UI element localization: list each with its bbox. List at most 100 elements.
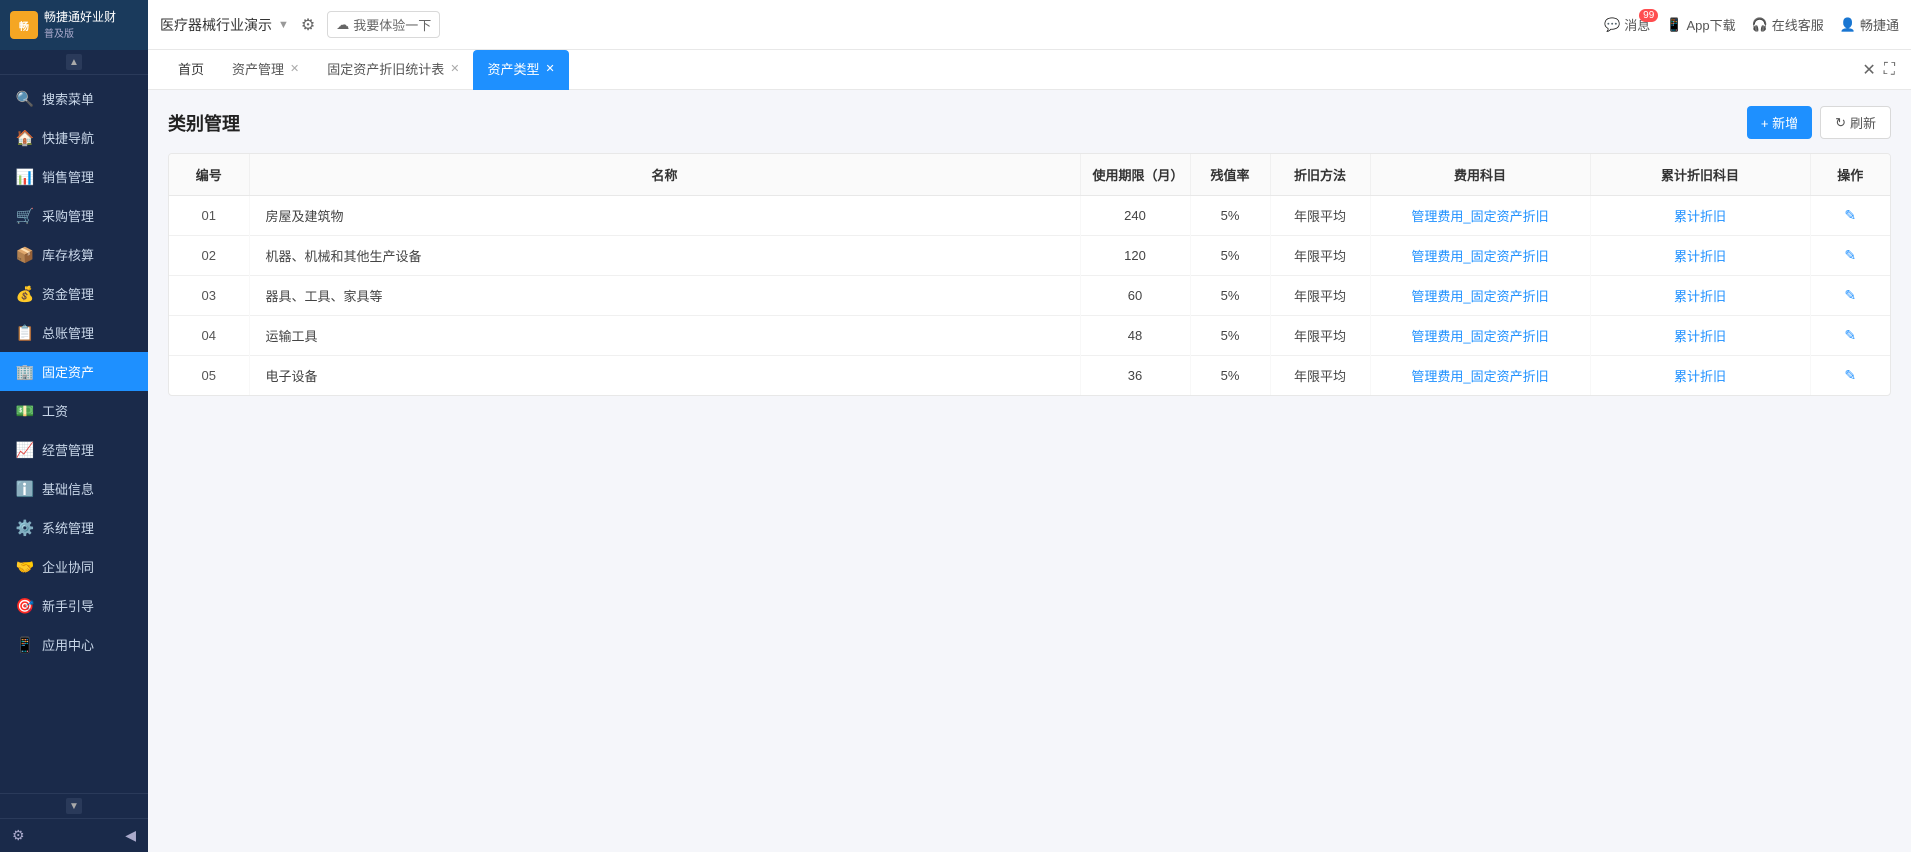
appcenter-icon: 📱 [16, 636, 34, 654]
sidebar-item-quicknav[interactable]: 🏠 快捷导航 [0, 118, 148, 157]
edit-button[interactable]: ✎ [1844, 287, 1856, 303]
cell-accum[interactable]: 累计折旧 [1590, 316, 1810, 356]
header-gear-icon[interactable]: ⚙ [301, 15, 315, 35]
newguide-icon: 🎯 [16, 597, 34, 615]
tab-close-window-icon[interactable]: ✕ [1862, 60, 1875, 80]
tab-home[interactable]: 首页 [164, 50, 218, 90]
new-button[interactable]: + 新增 [1747, 106, 1812, 139]
experience-button[interactable]: ☁ 我要体验一下 [327, 11, 440, 38]
page-header: 类别管理 + 新增 ↻ 刷新 [168, 106, 1891, 139]
top-right-area: 💬 消息 99 📱 App下载 🎧 在线客服 👤 畅捷通 [1604, 15, 1899, 34]
sidebar-item-label: 采购管理 [42, 206, 94, 225]
cell-accum[interactable]: 累计折旧 [1590, 356, 1810, 396]
header-actions: + 新增 ↻ 刷新 [1747, 106, 1891, 139]
sidebar-item-sales[interactable]: 📊 销售管理 [0, 157, 148, 196]
table-row: 03 器具、工具、家具等 60 5% 年限平均 管理费用_固定资产折旧 累计折旧… [169, 276, 1890, 316]
cell-period: 48 [1080, 316, 1190, 356]
tab-depreciation[interactable]: 固定资产折旧统计表✕ [313, 50, 473, 90]
cell-action: ✎ [1810, 316, 1890, 356]
tab-close-icon[interactable]: ✕ [450, 62, 459, 75]
edit-button[interactable]: ✎ [1844, 207, 1856, 223]
sidebar-item-basicinfo[interactable]: ℹ️ 基础信息 [0, 469, 148, 508]
scroll-down-button[interactable]: ▼ [66, 798, 82, 814]
settings-footer-button[interactable]: ⚙ [12, 827, 25, 844]
user-menu-button[interactable]: 👤 畅捷通 [1840, 15, 1899, 34]
scroll-up-button[interactable]: ▲ [66, 54, 82, 70]
search-icon: 🔍 [16, 90, 34, 108]
app-logo: 畅 畅捷通好业财 普及版 [0, 0, 148, 50]
sidebar-item-ledger[interactable]: 📋 总账管理 [0, 313, 148, 352]
cell-name: 运输工具 [249, 316, 1080, 356]
logo-icon: 畅 [10, 11, 38, 39]
app-download-icon: 📱 [1666, 17, 1682, 33]
logo-text: 畅捷通好业财 [44, 10, 116, 26]
sidebar-item-inventory[interactable]: 📦 库存核算 [0, 235, 148, 274]
sidebar-item-salary[interactable]: 💵 工资 [0, 391, 148, 430]
edit-button[interactable]: ✎ [1844, 327, 1856, 343]
sidebar-item-label: 固定资产 [42, 362, 94, 381]
sidebar-item-label: 基础信息 [42, 479, 94, 498]
cell-action: ✎ [1810, 196, 1890, 236]
fixedasset-icon: 🏢 [16, 363, 34, 381]
sidebar-item-search[interactable]: 🔍 搜索菜单 [0, 79, 148, 118]
online-service-label: 在线客服 [1772, 15, 1824, 34]
tab-maximize-icon[interactable]: ⛶ [1884, 61, 1895, 79]
basicinfo-icon: ℹ️ [16, 480, 34, 498]
company-selector[interactable]: 医疗器械行业演示 ▼ [160, 15, 289, 35]
page-title: 类别管理 [168, 110, 240, 136]
cell-expense[interactable]: 管理费用_固定资产折旧 [1370, 196, 1590, 236]
sidebar: 畅 畅捷通好业财 普及版 ▲ 🔍 搜索菜单 🏠 快捷导航 📊 销售管理 🛒 采购… [0, 0, 148, 852]
col-header-residual: 残值率 [1190, 154, 1270, 196]
edit-button[interactable]: ✎ [1844, 367, 1856, 383]
sidebar-item-system[interactable]: ⚙️ 系统管理 [0, 508, 148, 547]
company-name: 医疗器械行业演示 [160, 15, 272, 35]
cell-expense[interactable]: 管理费用_固定资产折旧 [1370, 316, 1590, 356]
col-header-code: 编号 [169, 154, 249, 196]
collapse-sidebar-button[interactable]: ◀ [125, 827, 136, 844]
tab-label: 资产管理 [232, 59, 284, 78]
cell-accum[interactable]: 累计折旧 [1590, 196, 1810, 236]
edit-button[interactable]: ✎ [1844, 247, 1856, 263]
experience-icon: ☁ [336, 17, 349, 33]
message-button[interactable]: 💬 消息 99 [1604, 15, 1650, 34]
sidebar-item-label: 经营管理 [42, 440, 94, 459]
cell-method: 年限平均 [1270, 356, 1370, 396]
logo-sub: 普及版 [44, 25, 116, 40]
online-service-button[interactable]: 🎧 在线客服 [1752, 15, 1824, 34]
cell-accum[interactable]: 累计折旧 [1590, 276, 1810, 316]
sidebar-item-capital[interactable]: 💰 资金管理 [0, 274, 148, 313]
app-download-button[interactable]: 📱 App下载 [1666, 15, 1735, 34]
sidebar-item-fixedasset[interactable]: 🏢 固定资产 [0, 352, 148, 391]
col-header-method: 折旧方法 [1270, 154, 1370, 196]
sidebar-item-label: 搜索菜单 [42, 89, 94, 108]
tab-asset_mgmt[interactable]: 资产管理 ✕ [218, 50, 313, 90]
tab-label: 资产类型 [487, 59, 539, 78]
enterprise-icon: 🤝 [16, 558, 34, 576]
cell-code: 02 [169, 236, 249, 276]
tab-asset_type[interactable]: 资产类型 ✕ [473, 50, 568, 90]
sidebar-item-label: 资金管理 [42, 284, 94, 303]
sidebar-item-operation[interactable]: 📈 经营管理 [0, 430, 148, 469]
cell-expense[interactable]: 管理费用_固定资产折旧 [1370, 236, 1590, 276]
tab-close-icon[interactable]: ✕ [290, 62, 299, 75]
sidebar-item-enterprise[interactable]: 🤝 企业协同 [0, 547, 148, 586]
cell-accum[interactable]: 累计折旧 [1590, 236, 1810, 276]
user-avatar-icon: 👤 [1840, 17, 1856, 33]
tab-close-icon[interactable]: ✕ [546, 62, 555, 75]
cell-expense[interactable]: 管理费用_固定资产折旧 [1370, 276, 1590, 316]
cell-code: 01 [169, 196, 249, 236]
sidebar-item-appcenter[interactable]: 📱 应用中心 [0, 625, 148, 664]
cell-residual: 5% [1190, 196, 1270, 236]
sidebar-item-newguide[interactable]: 🎯 新手引导 [0, 586, 148, 625]
sidebar-item-label: 库存核算 [42, 245, 94, 264]
cell-code: 03 [169, 276, 249, 316]
cell-action: ✎ [1810, 356, 1890, 396]
cell-expense[interactable]: 管理费用_固定资产折旧 [1370, 356, 1590, 396]
cell-residual: 5% [1190, 276, 1270, 316]
asset-type-table: 编号名称使用期限（月）残值率折旧方法费用科目累计折旧科目操作 01 房屋及建筑物… [169, 154, 1890, 395]
sidebar-item-purchase[interactable]: 🛒 采购管理 [0, 196, 148, 235]
refresh-button[interactable]: ↻ 刷新 [1820, 106, 1891, 139]
sales-icon: 📊 [16, 168, 34, 186]
col-header-period: 使用期限（月） [1080, 154, 1190, 196]
cell-action: ✎ [1810, 276, 1890, 316]
